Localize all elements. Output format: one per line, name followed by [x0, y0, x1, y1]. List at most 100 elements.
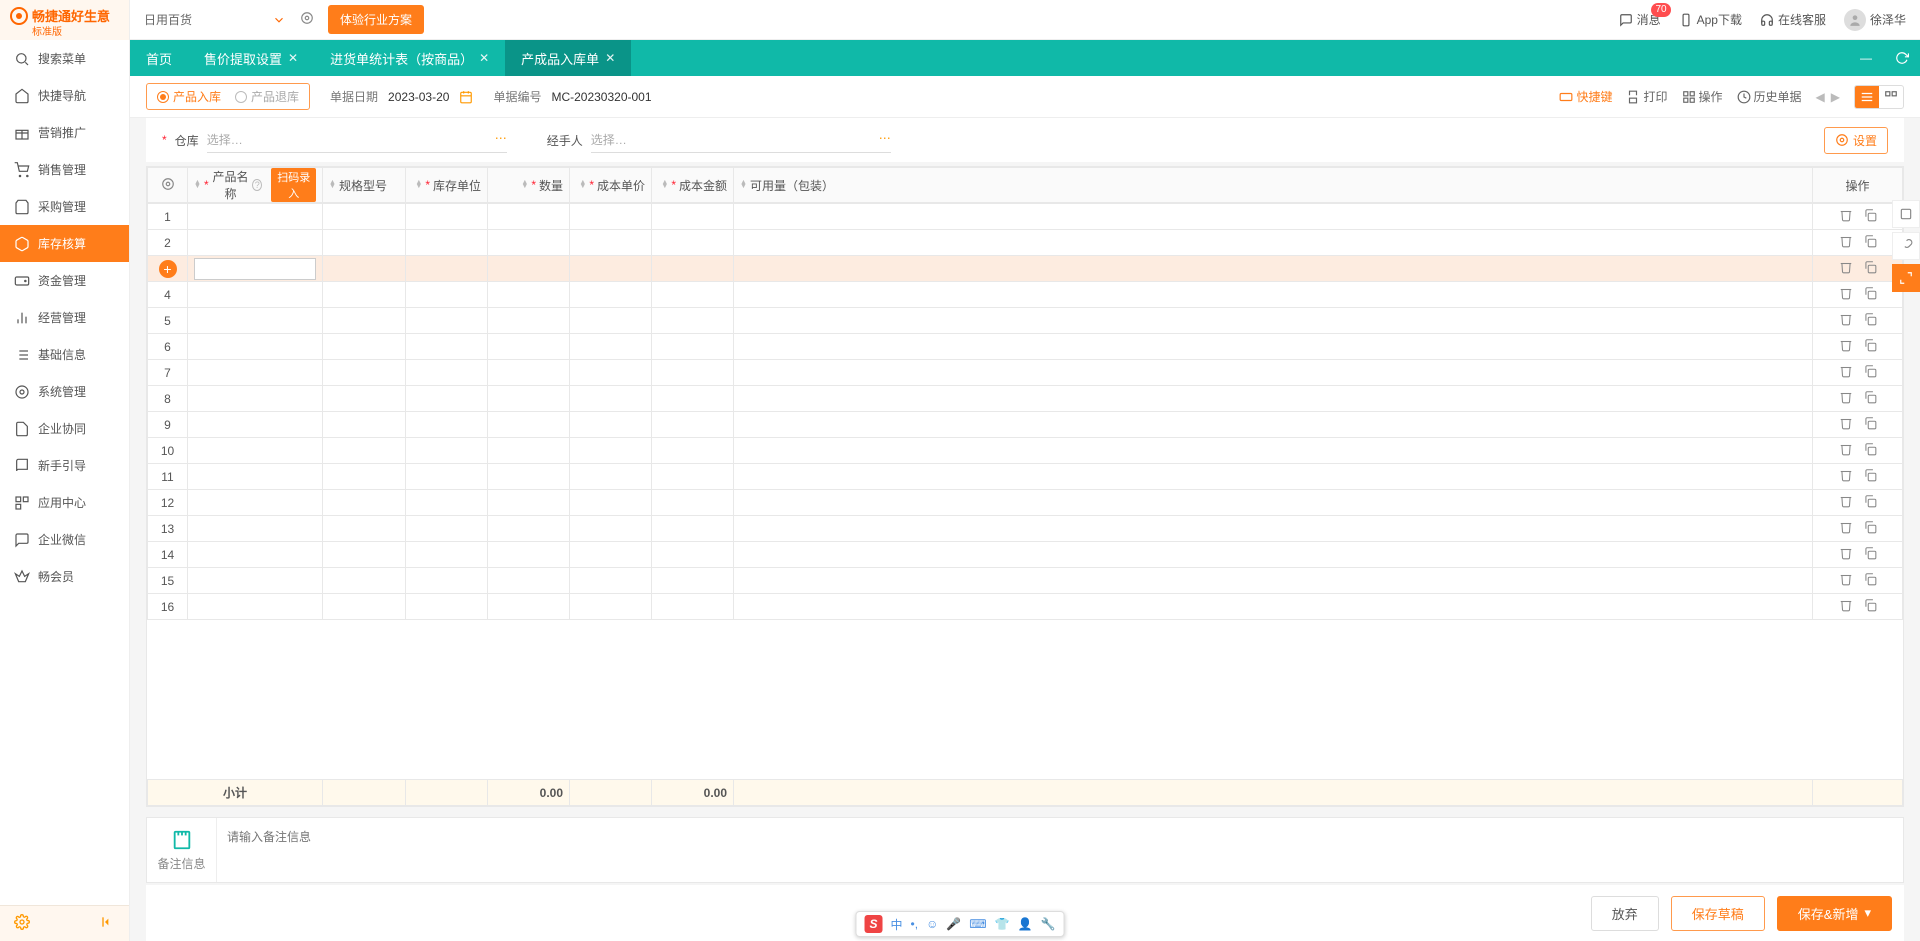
ime-user-icon[interactable]: 👤 [1018, 917, 1033, 931]
doc-next[interactable]: ▶ [1831, 90, 1840, 104]
doc-prev[interactable]: ◀ [1816, 90, 1825, 104]
table-row[interactable]: + [148, 256, 1903, 282]
row-copy-icon[interactable] [1863, 208, 1877, 225]
row-copy-icon[interactable] [1863, 494, 1877, 511]
table-row[interactable]: 12 [148, 490, 1903, 516]
table-row[interactable]: 9 [148, 412, 1903, 438]
scheme-button[interactable]: 体验行业方案 [328, 5, 424, 34]
sidebar-item-5[interactable]: 库存核算 [0, 225, 129, 262]
table-row[interactable]: 6 [148, 334, 1903, 360]
doc-date-value[interactable]: 2023-03-20 [388, 90, 449, 104]
sidebar-item-4[interactable]: 采购管理 [0, 188, 129, 225]
row-copy-icon[interactable] [1863, 312, 1877, 329]
sidebar-item-13[interactable]: 企业微信 [0, 521, 129, 558]
print-link[interactable]: 打印 [1626, 88, 1667, 105]
tab-3[interactable]: 产成品入库单✕ [505, 40, 631, 76]
row-copy-icon[interactable] [1863, 364, 1877, 381]
ime-toolbar[interactable]: S 中 •, ☺ 🎤 ⌨ 👕 👤 🔧 [856, 911, 1065, 937]
row-delete-icon[interactable] [1839, 572, 1853, 589]
warehouse-select[interactable]: 选择… [207, 127, 507, 153]
view-list[interactable] [1855, 86, 1879, 108]
table-row[interactable]: 7 [148, 360, 1903, 386]
row-delete-icon[interactable] [1839, 442, 1853, 459]
view-grid[interactable] [1879, 86, 1903, 108]
product-name-input[interactable] [194, 258, 316, 280]
col-spec[interactable]: ▲▼规格型号 [323, 168, 406, 203]
row-delete-icon[interactable] [1839, 364, 1853, 381]
sidebar-item-10[interactable]: 企业协同 [0, 410, 129, 447]
table-row[interactable]: 8 [148, 386, 1903, 412]
tab-close-icon[interactable]: ✕ [479, 51, 489, 65]
table-row[interactable]: 16 [148, 594, 1903, 620]
table-row[interactable]: 14 [148, 542, 1903, 568]
scan-button[interactable]: 扫码录入 [271, 168, 316, 202]
sidebar-item-8[interactable]: 基础信息 [0, 336, 129, 373]
sidebar-item-0[interactable]: 搜索菜单 [0, 40, 129, 77]
sidebar-item-6[interactable]: 资金管理 [0, 262, 129, 299]
row-delete-icon[interactable] [1839, 468, 1853, 485]
messages-link[interactable]: 消息 70 [1619, 11, 1661, 28]
row-delete-icon[interactable] [1839, 338, 1853, 355]
row-delete-icon[interactable] [1839, 260, 1853, 277]
row-copy-icon[interactable] [1863, 390, 1877, 407]
row-delete-icon[interactable] [1839, 520, 1853, 537]
ime-tool-icon[interactable]: 🔧 [1041, 917, 1056, 931]
tab-close-icon[interactable]: ✕ [288, 51, 298, 65]
row-copy-icon[interactable] [1863, 598, 1877, 615]
row-copy-icon[interactable] [1863, 546, 1877, 563]
tab-close-icon[interactable]: ✕ [605, 51, 615, 65]
radio-product-in[interactable]: 产品入库 [157, 88, 221, 105]
discard-button[interactable]: 放弃 [1591, 896, 1659, 931]
department-selector[interactable]: 日用百货 [144, 11, 286, 28]
support-link[interactable]: 在线客服 [1760, 11, 1826, 28]
row-copy-icon[interactable] [1863, 416, 1877, 433]
col-config[interactable] [148, 168, 188, 203]
sidebar-item-9[interactable]: 系统管理 [0, 373, 129, 410]
tab-0[interactable]: 首页 [130, 40, 188, 76]
col-product-name[interactable]: ▲▼*产品名称? 扫码录入 [188, 168, 323, 203]
radio-product-out[interactable]: 产品退库 [235, 88, 299, 105]
sidebar-item-7[interactable]: 经营管理 [0, 299, 129, 336]
ime-skin-icon[interactable]: 👕 [995, 917, 1010, 931]
row-delete-icon[interactable] [1839, 312, 1853, 329]
add-row-icon[interactable]: + [159, 260, 177, 278]
col-unit[interactable]: ▲▼*库存单位 [406, 168, 488, 203]
row-copy-icon[interactable] [1863, 234, 1877, 251]
settings-button[interactable]: 设置 [1824, 127, 1888, 154]
row-delete-icon[interactable] [1839, 416, 1853, 433]
shortcut-link[interactable]: 快捷键 [1559, 88, 1612, 105]
sidebar-item-14[interactable]: 畅会员 [0, 558, 129, 595]
calendar-icon[interactable] [459, 90, 473, 104]
collapse-icon[interactable] [99, 914, 115, 933]
row-delete-icon[interactable] [1839, 286, 1853, 303]
row-delete-icon[interactable] [1839, 546, 1853, 563]
row-delete-icon[interactable] [1839, 598, 1853, 615]
sidebar-item-11[interactable]: 新手引导 [0, 447, 129, 484]
operations-link[interactable]: 操作 [1682, 88, 1723, 105]
row-copy-icon[interactable] [1863, 286, 1877, 303]
table-row[interactable]: 15 [148, 568, 1903, 594]
row-copy-icon[interactable] [1863, 260, 1877, 277]
remarks-input[interactable] [217, 818, 1903, 882]
sidebar-item-3[interactable]: 销售管理 [0, 151, 129, 188]
row-delete-icon[interactable] [1839, 208, 1853, 225]
table-row[interactable]: 2 [148, 230, 1903, 256]
tab-2[interactable]: 进货单统计表（按商品）✕ [314, 40, 505, 76]
row-delete-icon[interactable] [1839, 390, 1853, 407]
tab-refresh[interactable] [1884, 40, 1920, 76]
ime-emoji-icon[interactable]: ☺ [926, 917, 938, 931]
row-copy-icon[interactable] [1863, 468, 1877, 485]
sidebar-item-12[interactable]: 应用中心 [0, 484, 129, 521]
save-and-new-button[interactable]: 保存&新增▾ [1777, 896, 1892, 931]
handler-select[interactable]: 选择… [591, 127, 891, 153]
app-download-link[interactable]: App下载 [1679, 11, 1742, 28]
table-row[interactable]: 10 [148, 438, 1903, 464]
col-available[interactable]: ▲▼可用量（包装） [734, 168, 1813, 203]
tool-3[interactable] [1892, 264, 1920, 292]
save-draft-button[interactable]: 保存草稿 [1671, 896, 1765, 931]
row-copy-icon[interactable] [1863, 442, 1877, 459]
settings-icon[interactable] [14, 914, 30, 933]
row-delete-icon[interactable] [1839, 494, 1853, 511]
tool-1[interactable] [1892, 200, 1920, 228]
tool-2[interactable] [1892, 232, 1920, 260]
